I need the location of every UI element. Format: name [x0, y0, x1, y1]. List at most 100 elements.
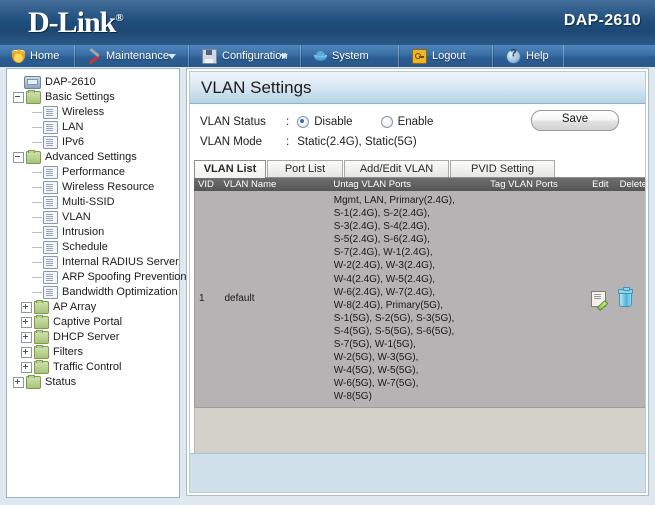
menu-item-help[interactable]: Help [493, 45, 564, 67]
sidebar-group-status[interactable]: Status [13, 375, 175, 390]
chevron-down-icon-maintenance[interactable] [168, 53, 176, 59]
folder-icon [26, 90, 41, 104]
tree-expander-advanced-settings[interactable] [13, 152, 24, 163]
column-header-vlan-name: VLAN Name [223, 179, 277, 190]
cell-vlan-name: default [224, 293, 255, 305]
device-model-label: DAP-2610 [563, 12, 641, 29]
tree-expander-captive-portal[interactable] [21, 317, 32, 328]
key-icon [412, 48, 427, 64]
sidebar-label-bandwidth-optimization: Bandwidth Optimization [62, 286, 178, 298]
sidebar-group-traffic-control[interactable]: Traffic Control [13, 360, 175, 375]
tree-expander-filters[interactable] [21, 347, 32, 358]
trash-icon[interactable] [617, 286, 633, 307]
folder-icon [26, 375, 41, 389]
page-icon [43, 271, 58, 284]
radio-icon-disable[interactable] [297, 116, 310, 128]
sidebar-group-basic-settings[interactable]: Basic Settings [13, 90, 175, 105]
table-row: 1 default Mgmt, LAN, Primary(2.4G), S-1(… [195, 191, 645, 407]
sidebar-group-captive-portal[interactable]: Captive Portal [13, 315, 175, 330]
content-panel: VLAN Settings VLAN Status : Disable Enab… [186, 68, 649, 496]
menu-label-configuration: Configuration [222, 50, 288, 62]
tree-expander-dhcp-server[interactable] [21, 332, 32, 343]
folder-icon [34, 345, 49, 359]
sidebar-label-basic-settings: Basic Settings [45, 91, 115, 103]
menu-item-logout[interactable]: Logout [399, 45, 493, 67]
sidebar-label-dhcp-server: DHCP Server [53, 331, 120, 343]
menu-item-system[interactable]: System [301, 45, 399, 67]
column-header-edit: Edit [592, 179, 609, 190]
sidebar-label-lan: LAN [62, 121, 84, 133]
page-icon [43, 166, 58, 179]
sidebar-label-vlan: VLAN [62, 211, 91, 223]
sidebar-item-wireless[interactable]: Wireless [13, 105, 175, 120]
menu-label-maintenance: Maintenance [106, 50, 169, 62]
menu-label-system: System [332, 50, 369, 62]
chevron-down-icon-configuration[interactable] [280, 53, 288, 59]
page-icon [43, 286, 58, 299]
vlan-status-radio-disable[interactable]: Disable [297, 116, 353, 128]
vlan-status-colon: : [286, 116, 290, 128]
tools-icon [88, 50, 101, 63]
sidebar-item-schedule[interactable]: Schedule [13, 240, 175, 255]
sidebar-item-lan[interactable]: LAN [13, 120, 175, 135]
tree-expander-ap-array[interactable] [21, 302, 32, 313]
folder-icon [34, 360, 49, 374]
sidebar-item-internal-radius-server[interactable]: Internal RADIUS Server [13, 255, 179, 270]
sidebar-label-dap-2610: DAP-2610 [45, 76, 96, 88]
page-body: DAP-2610 Basic Settings Wireless LAN IPv… [0, 67, 655, 505]
sidebar-label-performance: Performance [62, 166, 125, 178]
sidebar-item-ipv6[interactable]: IPv6 [13, 135, 175, 150]
tree-connector [32, 187, 42, 188]
home-icon [12, 48, 25, 63]
menu-item-home[interactable]: Home [0, 45, 75, 67]
sidebar-item-arp-spoofing-prevention[interactable]: ARP Spoofing Prevention [13, 270, 187, 285]
radio-icon-enable[interactable] [380, 116, 393, 128]
sidebar-item-bandwidth-optimization[interactable]: Bandwidth Optimization [13, 285, 178, 300]
sidebar-item-performance[interactable]: Performance [13, 165, 175, 180]
sidebar-label-captive-portal: Captive Portal [53, 316, 123, 328]
sidebar-item-multi-ssid[interactable]: Multi-SSID [13, 195, 175, 210]
sidebar-group-advanced-settings[interactable]: Advanced Settings [13, 150, 175, 165]
save-button[interactable]: Save [531, 110, 619, 131]
tree-expander-status[interactable] [13, 377, 24, 388]
sidebar-label-wireless: Wireless [62, 106, 105, 118]
column-header-delete: Delete [619, 179, 646, 190]
tree-connector [32, 172, 42, 173]
sidebar-tree: DAP-2610 Basic Settings Wireless LAN IPv… [7, 69, 187, 394]
tab-add-edit-vlan[interactable]: Add/Edit VLAN [344, 160, 449, 177]
edit-icon[interactable] [591, 290, 607, 307]
menu-item-configuration[interactable]: Configuration [189, 45, 301, 67]
vlan-status-option-enable-label: Enable [397, 116, 434, 128]
tree-expander-basic-settings[interactable] [13, 92, 24, 103]
folder-icon [26, 150, 41, 164]
tree-expander-traffic-control[interactable] [21, 362, 32, 373]
sidebar-group-filters[interactable]: Filters [13, 345, 175, 360]
tab-vlan-list[interactable]: VLAN List [194, 160, 266, 178]
sidebar-label-intrusion: Intrusion [62, 226, 105, 238]
sidebar-label-ap-array: AP Array [53, 301, 97, 313]
sidebar-label-advanced-settings: Advanced Settings [45, 151, 137, 163]
brand-header: D-Link® DAP-2610 [0, 0, 655, 45]
vlan-status-label: VLAN Status [200, 116, 266, 128]
sidebar-group-dhcp-server[interactable]: DHCP Server [13, 330, 175, 345]
page-icon [43, 241, 58, 254]
help-icon [506, 48, 521, 64]
dlink-logo: D-Link® [28, 6, 124, 39]
sidebar-item-wireless-resource[interactable]: Wireless Resource [13, 180, 175, 195]
page-title: VLAN Settings [190, 72, 645, 104]
vlan-status-radio-enable[interactable]: Enable [380, 116, 434, 128]
sidebar-item-intrusion[interactable]: Intrusion [13, 225, 175, 240]
tree-connector [32, 232, 42, 233]
menu-label-help: Help [526, 50, 549, 62]
menu-item-maintenance[interactable]: Maintenance [75, 45, 189, 67]
tab-port-list[interactable]: Port List [267, 160, 343, 177]
sidebar-label-schedule: Schedule [62, 241, 108, 253]
sidebar-item-dap-2610[interactable]: DAP-2610 [13, 75, 175, 90]
tab-pvid-setting[interactable]: PVID Setting [450, 160, 555, 177]
vlan-mode-label: VLAN Mode [200, 136, 263, 148]
vlan-status-option-disable-label: Disable [314, 116, 353, 128]
sidebar-group-ap-array[interactable]: AP Array [13, 300, 175, 315]
tree-connector [32, 142, 42, 143]
sidebar-item-vlan[interactable]: VLAN [13, 210, 175, 225]
table-body: 1 default Mgmt, LAN, Primary(2.4G), S-1(… [194, 191, 645, 407]
